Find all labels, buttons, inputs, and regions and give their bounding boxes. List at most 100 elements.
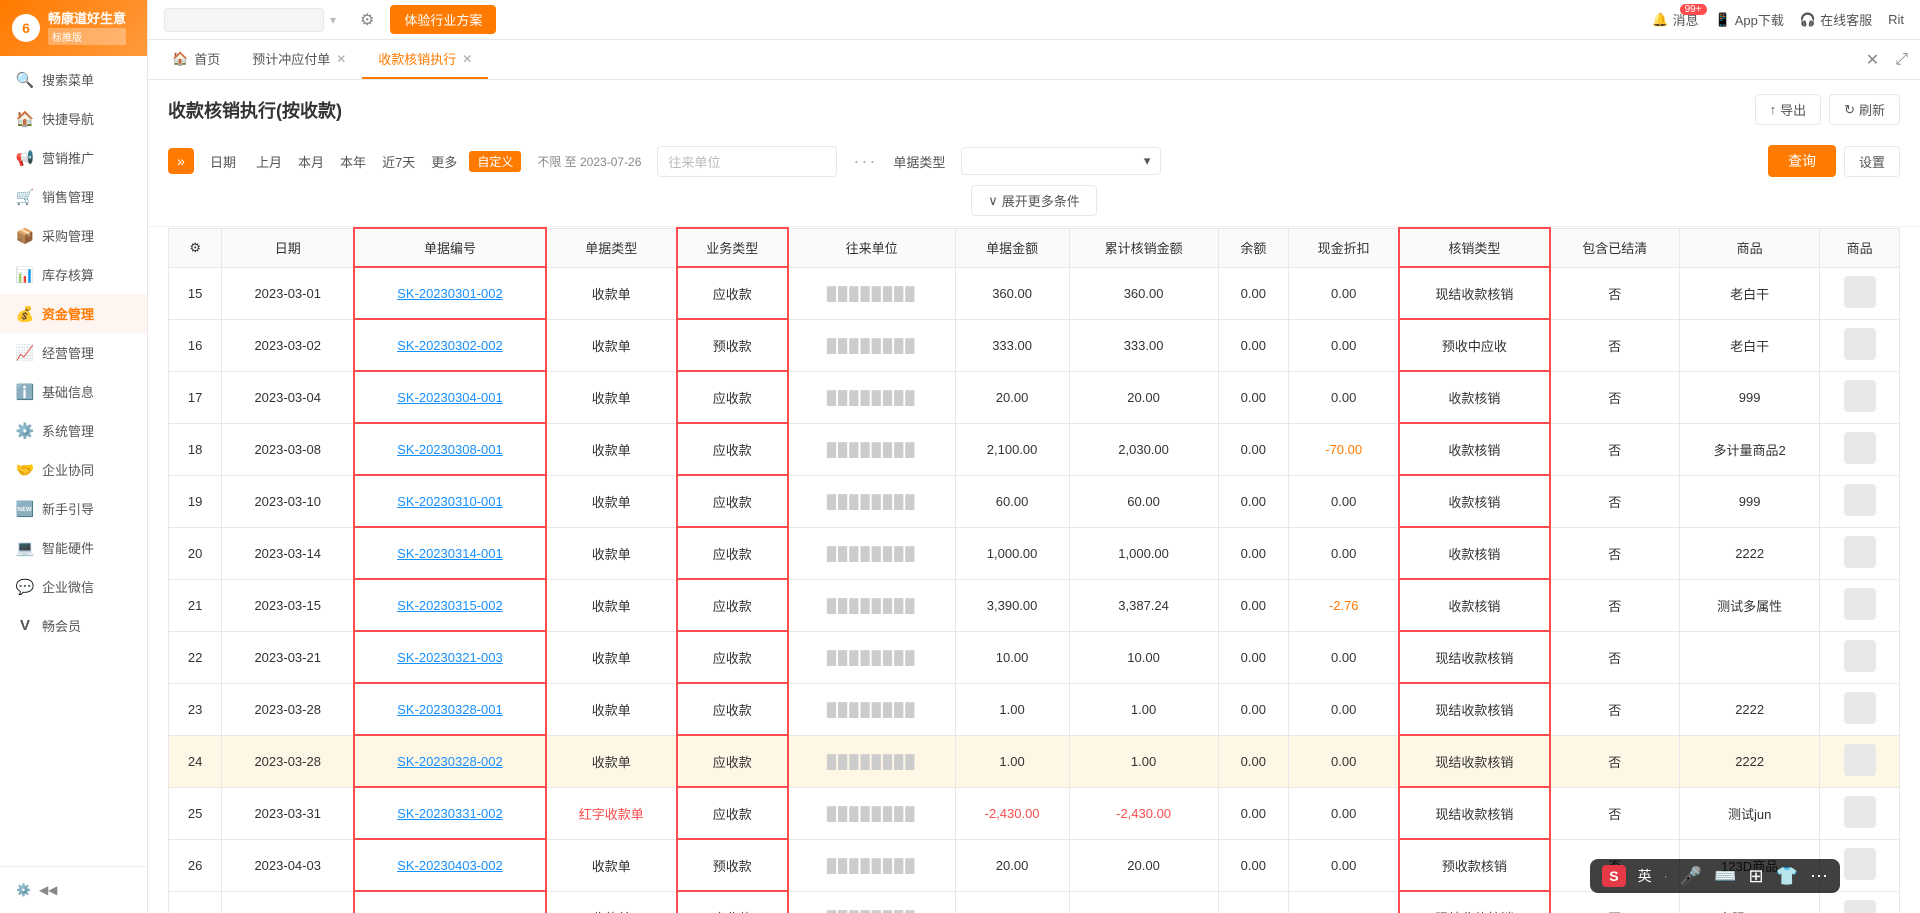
expand-more-button[interactable]: ∨ 展开更多条件 (971, 185, 1097, 216)
col-accum-amount[interactable]: 累计核销金额 (1069, 228, 1218, 267)
cell-order-no[interactable]: SK-20230403-002 (354, 839, 546, 891)
date-more[interactable]: 更多 (427, 150, 461, 173)
sidebar-item-operation[interactable]: 📈 经营管理 (0, 333, 147, 372)
user-account[interactable]: Rit (1888, 12, 1904, 27)
sidebar-item-system[interactable]: ⚙️ 系统管理 (0, 411, 147, 450)
cell-no: 27 (169, 891, 222, 913)
grid-icon[interactable]: ⊞ (1748, 866, 1763, 887)
mic-icon[interactable]: 🎤 (1680, 866, 1702, 887)
topbar-search-input[interactable] (164, 8, 324, 32)
col-date[interactable]: 日期 (222, 228, 354, 267)
cell-amount: 1.00 (955, 735, 1069, 787)
sidebar-item-basic[interactable]: ℹ️ 基础信息 (0, 372, 147, 411)
export-button[interactable]: ↑ 导出 (1755, 94, 1822, 125)
date-last-month[interactable]: 上月 (252, 150, 286, 173)
cell-order-no[interactable]: SK-20230321-003 (354, 631, 546, 683)
maximize-button[interactable]: ⤢ (1891, 47, 1912, 73)
more-filter-dots[interactable]: ··· (853, 151, 877, 172)
tab-home[interactable]: 🏠 首页 (156, 40, 236, 79)
cell-balance: 0.00 (1218, 735, 1289, 787)
col-gear[interactable]: ⚙ (169, 228, 222, 267)
cell-product2 (1820, 527, 1900, 579)
cell-order-no[interactable]: SK-20230308-001 (354, 423, 546, 475)
more-icon[interactable]: ⋯ (1810, 866, 1828, 887)
cell-order-no[interactable]: SK-20230310-001 (354, 475, 546, 527)
sidebar-item-label: 企业微信 (42, 577, 94, 596)
sidebar-item-inventory[interactable]: 📊 库存核算 (0, 255, 147, 294)
sidebar-bottom-settings[interactable]: ⚙️ ◀◀ (0, 875, 147, 905)
sidebar-item-wechat[interactable]: 💬 企业微信 (0, 567, 147, 606)
date-custom-button[interactable]: 自定义 (469, 151, 521, 172)
sidebar-item-enterprise[interactable]: 🤝 企业协同 (0, 450, 147, 489)
shirt-icon[interactable]: 👕 (1776, 866, 1798, 887)
logo-badge: 标推版 (48, 28, 126, 45)
sidebar-item-finance[interactable]: 💰 资金管理 (0, 294, 147, 333)
col-product1[interactable]: 商品 (1680, 228, 1820, 267)
tab-payable-close[interactable]: ✕ (336, 52, 346, 66)
cell-product1: 2222 (1680, 683, 1820, 735)
close-tab-button[interactable]: ✕ (1862, 46, 1883, 74)
notification-button[interactable]: 🔔 消息 99+ (1652, 10, 1698, 29)
col-order-type[interactable]: 单据类型 (546, 228, 677, 267)
cell-order-no[interactable]: SK-20230408-001 (354, 891, 546, 913)
sidebar-item-guide[interactable]: 🆕 新手引导 (0, 489, 147, 528)
ime-separator: · (1664, 869, 1668, 883)
cell-counterpart: ████████ (788, 423, 955, 475)
cell-order-no[interactable]: SK-20230302-002 (354, 319, 546, 371)
sidebar-item-marketing[interactable]: 📢 营销推广 (0, 138, 147, 177)
col-verify-type[interactable]: 核销类型 (1399, 228, 1549, 267)
guide-icon: 🆕 (16, 500, 34, 518)
chevron-down-icon: ∨ (988, 193, 998, 209)
cell-accum: 1,000.00 (1069, 527, 1218, 579)
cell-amount: 1,000.00 (955, 527, 1069, 579)
tab-payable[interactable]: 预计冲应付单 ✕ (236, 40, 362, 79)
sidebar-item-member[interactable]: V 畅会员 (0, 606, 147, 645)
refresh-icon: ↻ (1844, 102, 1855, 118)
col-cash-discount[interactable]: 现金折扣 (1289, 228, 1400, 267)
cell-date: 2023-04-08 (222, 891, 354, 913)
app-download-button[interactable]: 📱 App下载 (1715, 10, 1784, 29)
sidebar-item-hardware[interactable]: 💻 智能硬件 (0, 528, 147, 567)
cell-order-no[interactable]: SK-20230304-001 (354, 371, 546, 423)
cell-discount: 0.00 (1289, 631, 1400, 683)
cell-verify-type: 现结收款核销 (1399, 683, 1549, 735)
table-settings-button[interactable]: 设置 (1844, 146, 1900, 177)
sidebar-item-search[interactable]: 🔍 搜索菜单 (0, 60, 147, 99)
gear-icon[interactable]: ⚙ (360, 10, 374, 30)
tab-collection[interactable]: 收款核销执行 ✕ (362, 40, 488, 79)
cell-order-no[interactable]: SK-20230301-002 (354, 267, 546, 319)
cell-order-no[interactable]: SK-20230331-002 (354, 787, 546, 839)
date-7days[interactable]: 近7天 (378, 150, 419, 173)
tab-collection-close[interactable]: ✕ (462, 52, 472, 66)
cell-order-no[interactable]: SK-20230328-001 (354, 683, 546, 735)
counterpart-input[interactable]: 往来单位 (657, 146, 837, 177)
tab-payable-label: 预计冲应付单 (252, 49, 330, 68)
keyboard-icon[interactable]: ⌨️ (1714, 866, 1736, 887)
voucher-type-select[interactable]: ▾ (961, 147, 1161, 175)
cell-order-no[interactable]: SK-20230328-002 (354, 735, 546, 787)
sidebar-item-quicknav[interactable]: 🏠 快捷导航 (0, 99, 147, 138)
col-include-cleared[interactable]: 包含已结清 (1550, 228, 1680, 267)
main-area: ▾ ⚙ 体验行业方案 🔔 消息 99+ 📱 App下载 🎧 在线客服 Rit 🏠… (148, 0, 1920, 913)
col-amount[interactable]: 单据金额 (955, 228, 1069, 267)
col-order-no[interactable]: 单据编号 (354, 228, 546, 267)
col-balance[interactable]: 余额 (1218, 228, 1289, 267)
cell-balance: 0.00 (1218, 579, 1289, 631)
sidebar-item-purchase[interactable]: 📦 采购管理 (0, 216, 147, 255)
date-this-year[interactable]: 本年 (336, 150, 370, 173)
filter-expand-button[interactable]: » (168, 148, 194, 174)
cell-verify-type: 现结收款核销 (1399, 267, 1549, 319)
col-counterpart[interactable]: 往来单位 (788, 228, 955, 267)
cell-order-no[interactable]: SK-20230315-002 (354, 579, 546, 631)
sidebar-item-sales[interactable]: 🛒 销售管理 (0, 177, 147, 216)
cell-discount: 0.00 (1289, 735, 1400, 787)
col-product2[interactable]: 商品 (1820, 228, 1900, 267)
cell-discount: 0.00 (1289, 527, 1400, 579)
refresh-button[interactable]: ↻ 刷新 (1829, 94, 1900, 125)
query-button[interactable]: 查询 (1768, 145, 1836, 177)
solution-button[interactable]: 体验行业方案 (390, 5, 496, 34)
date-this-month[interactable]: 本月 (294, 150, 328, 173)
service-button[interactable]: 🎧 在线客服 (1800, 10, 1872, 29)
cell-order-no[interactable]: SK-20230314-001 (354, 527, 546, 579)
col-biz-type[interactable]: 业务类型 (677, 228, 788, 267)
